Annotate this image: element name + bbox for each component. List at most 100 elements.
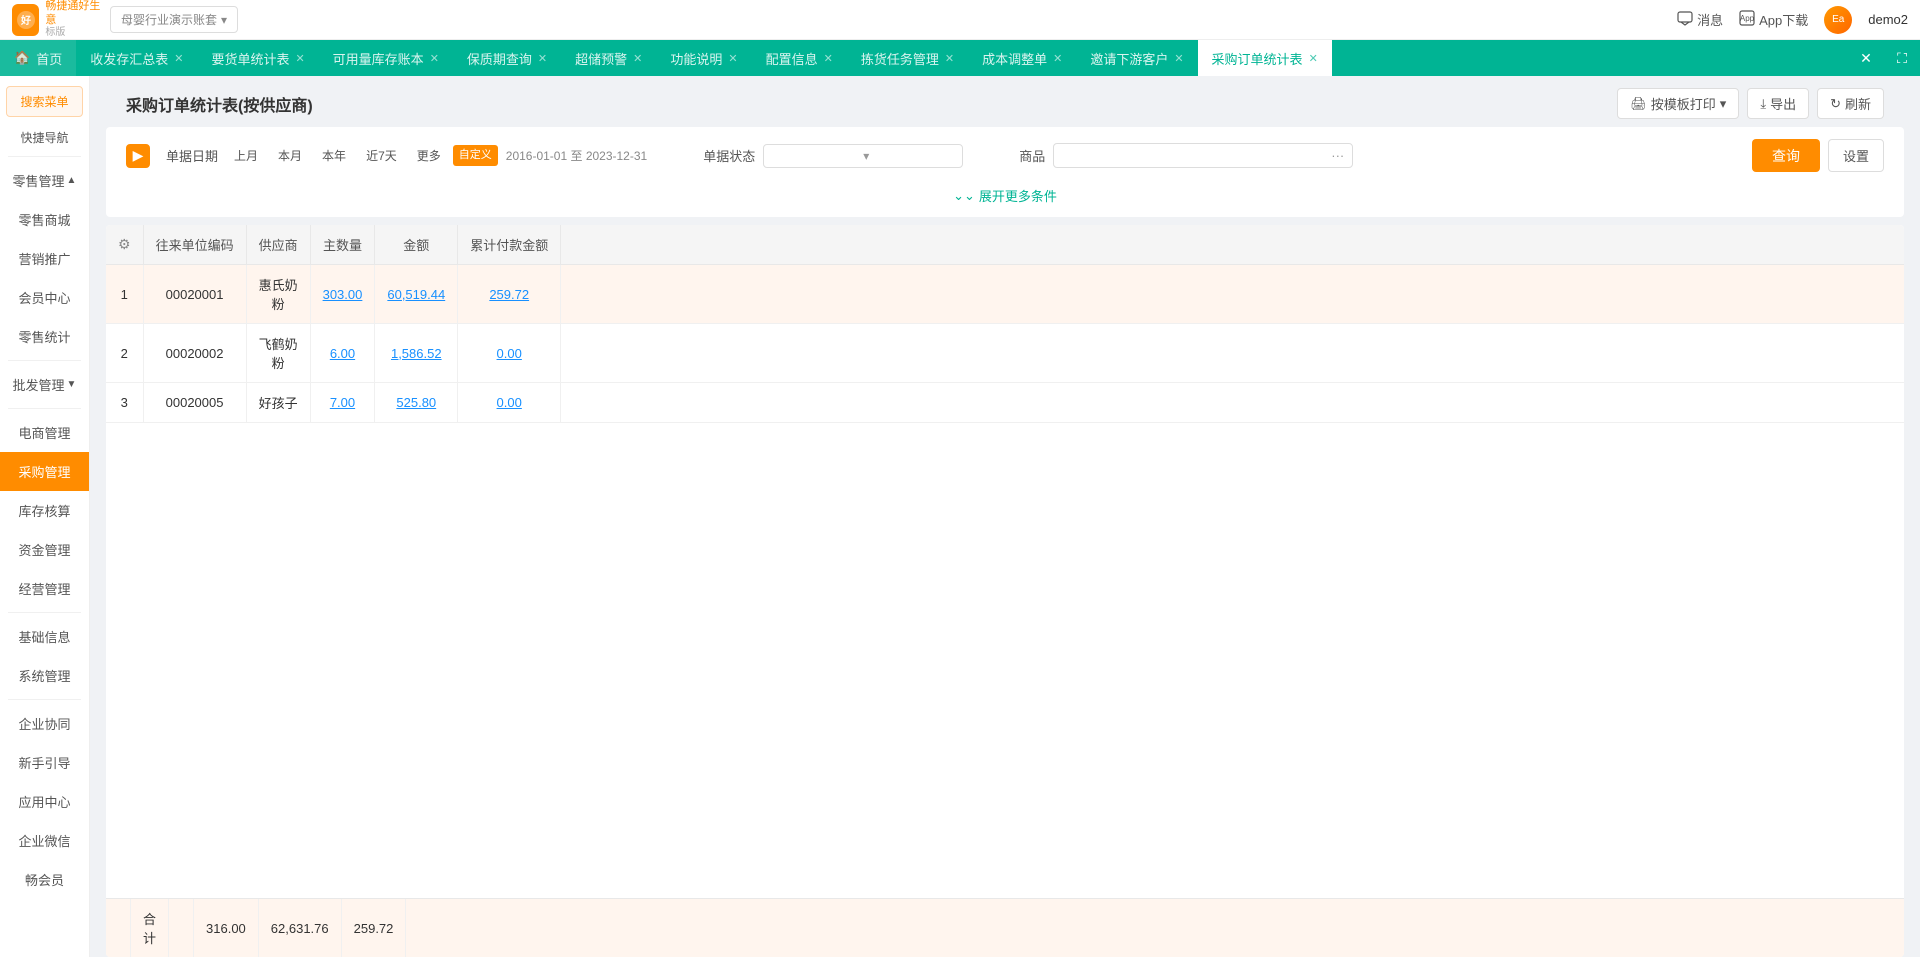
logo-icon: 好	[12, 4, 39, 36]
sidebar-item-enterprise[interactable]: 企业协同	[0, 704, 89, 743]
expand-more-button[interactable]: ⌄⌄ 展开更多条件	[953, 180, 1057, 205]
sidebar-item-ecommerce[interactable]: 电商管理	[0, 413, 89, 452]
sidebar-item-purchase[interactable]: 采购管理	[0, 452, 89, 491]
logo-text: 畅捷通好生意 标版	[45, 0, 102, 38]
footer-label: 合计	[131, 899, 169, 957]
search-menu-button[interactable]: 搜索菜单	[6, 86, 83, 117]
close-icon[interactable]: ✕	[633, 52, 642, 65]
close-icon[interactable]: ✕	[1174, 52, 1183, 65]
chevron-icon: ▲	[67, 175, 77, 186]
row-amount[interactable]: 1,586.52	[375, 324, 458, 383]
sidebar-item-member[interactable]: 会员中心	[0, 278, 89, 317]
message-button[interactable]: 消息	[1677, 10, 1723, 29]
th-paid: 累计付款金额	[458, 225, 561, 265]
row-unit-code: 00020002	[143, 324, 246, 383]
tab-baozhi[interactable]: 保质期查询 ✕	[453, 40, 561, 76]
row-qty[interactable]: 7.00	[310, 383, 375, 423]
filter-row-1: ▶ 单据日期 上月 本月 本年 近7天 更多 自定义 2016-01-01 至 …	[126, 139, 1884, 172]
close-tab-button[interactable]: ✕	[1848, 40, 1884, 76]
row-paid[interactable]: 0.00	[458, 324, 561, 383]
sidebar-divider	[8, 156, 81, 157]
sidebar-item-finance[interactable]: 资金管理	[0, 530, 89, 569]
content-area: 采购订单统计表(按供应商) 🖨 按模板打印 ▾ ⤓ 导出 ↻ 刷新	[90, 76, 1920, 957]
row-qty[interactable]: 303.00	[310, 265, 375, 324]
maximize-button[interactable]: ⛶	[1884, 40, 1920, 76]
goods-input-field[interactable]: ···	[1053, 143, 1353, 168]
export-button[interactable]: ⤓ 导出	[1747, 88, 1809, 119]
sidebar-search-area: 搜索菜单	[0, 76, 89, 123]
template-print-button[interactable]: 🖨 按模板打印 ▾	[1617, 88, 1739, 119]
status-select[interactable]: ▾	[763, 144, 963, 168]
shortcut-this-month[interactable]: 本月	[270, 145, 310, 166]
expand-row: ⌄⌄ 展开更多条件	[126, 172, 1884, 205]
filter-date-group: 单据日期 上月 本月 本年 近7天 更多 自定义 2016-01-01 至 20…	[166, 145, 647, 166]
tab-caigou[interactable]: 采购订单统计表 ✕	[1198, 40, 1332, 76]
close-icon[interactable]: ✕	[295, 52, 304, 65]
gear-icon[interactable]: ⚙	[118, 236, 131, 252]
workspace-selector[interactable]: 母婴行业演示账套 ▾	[110, 6, 238, 33]
row-amount[interactable]: 525.80	[375, 383, 458, 423]
close-icon[interactable]: ✕	[1053, 52, 1062, 65]
shortcut-more[interactable]: 更多	[409, 145, 449, 166]
row-paid[interactable]: 259.72	[458, 265, 561, 324]
close-icon[interactable]: ✕	[430, 52, 439, 65]
sidebar-item-retail-shop[interactable]: 零售商城	[0, 200, 89, 239]
print-icon: 🖨	[1630, 96, 1647, 112]
sidebar-item-marketing[interactable]: 营销推广	[0, 239, 89, 278]
sidebar-divider	[8, 699, 81, 700]
footer-table: 合计 316.00 62,631.76 259.72	[106, 899, 1904, 957]
quick-nav-button[interactable]: 快捷导航	[0, 123, 89, 152]
row-paid[interactable]: 0.00	[458, 383, 561, 423]
close-icon[interactable]: ✕	[945, 52, 954, 65]
app-download-button[interactable]: App App下载	[1739, 10, 1808, 29]
refresh-button[interactable]: ↻ 刷新	[1817, 88, 1884, 119]
row-amount[interactable]: 60,519.44	[375, 265, 458, 324]
refresh-icon: ↻	[1830, 96, 1841, 112]
sidebar-item-newguide[interactable]: 新手引导	[0, 743, 89, 782]
tab-peizhi[interactable]: 配置信息 ✕	[752, 40, 847, 76]
sidebar-item-appcenter[interactable]: 应用中心	[0, 782, 89, 821]
tab-yaohuo[interactable]: 要货单统计表 ✕	[197, 40, 318, 76]
nav-tabs-end: ✕ ⛶	[1848, 40, 1920, 76]
close-icon[interactable]: ✕	[728, 52, 737, 65]
tab-gongneng[interactable]: 功能说明 ✕	[656, 40, 751, 76]
sidebar-item-operations[interactable]: 经营管理	[0, 569, 89, 608]
tab-chengben[interactable]: 成本调整单 ✕	[968, 40, 1076, 76]
sidebar-item-inventory[interactable]: 库存核算	[0, 491, 89, 530]
filter-toggle-button[interactable]: ▶	[126, 144, 150, 168]
sidebar-item-vip[interactable]: 畅会员	[0, 860, 89, 899]
tab-shoufahui[interactable]: 收发存汇总表 ✕	[76, 40, 197, 76]
close-icon[interactable]: ✕	[538, 52, 547, 65]
sidebar-item-basic[interactable]: 基础信息	[0, 617, 89, 656]
shortcut-this-year[interactable]: 本年	[314, 145, 354, 166]
tab-pihuo[interactable]: 拣货任务管理 ✕	[847, 40, 968, 76]
tab-home[interactable]: 🏠 首页	[0, 40, 76, 76]
query-button[interactable]: 查询	[1752, 139, 1820, 172]
th-supplier: 供应商	[246, 225, 310, 265]
sidebar-item-retail[interactable]: 零售管理 ▲	[0, 161, 89, 200]
row-index: 2	[106, 324, 143, 383]
row-supplier: 惠氏奶粉	[246, 265, 310, 324]
tab-keyong[interactable]: 可用量库存账本 ✕	[319, 40, 453, 76]
close-icon[interactable]: ✕	[174, 52, 183, 65]
close-icon[interactable]: ✕	[1309, 52, 1318, 65]
sidebar-item-system[interactable]: 系统管理	[0, 656, 89, 695]
setting-button[interactable]: 设置	[1828, 139, 1884, 172]
close-icon[interactable]: ✕	[824, 52, 833, 65]
sidebar-item-wholesale[interactable]: 批发管理 ▼	[0, 365, 89, 404]
table-body: 1 00020001 惠氏奶粉 303.00 60,519.44 259.72 …	[106, 265, 1904, 423]
avatar[interactable]: Ea	[1824, 6, 1852, 34]
sidebar-item-wechat[interactable]: 企业微信	[0, 821, 89, 860]
shortcut-last-month[interactable]: 上月	[226, 145, 266, 166]
tab-yaoqing[interactable]: 邀请下游客户 ✕	[1076, 40, 1197, 76]
dropdown-arrow-icon: ▾	[863, 149, 954, 163]
tab-chaochuo[interactable]: 超储预警 ✕	[561, 40, 656, 76]
sidebar-item-retail-stat[interactable]: 零售统计	[0, 317, 89, 356]
more-options-icon[interactable]: ···	[1331, 148, 1344, 163]
footer-qty: 316.00	[194, 899, 259, 957]
goods-search-input[interactable]	[1062, 148, 1331, 163]
row-qty[interactable]: 6.00	[310, 324, 375, 383]
page-header: 采购订单统计表(按供应商) 🖨 按模板打印 ▾ ⤓ 导出 ↻ 刷新	[106, 76, 1904, 127]
shortcut-7days[interactable]: 近7天	[358, 145, 405, 166]
th-gear[interactable]: ⚙	[106, 225, 143, 265]
